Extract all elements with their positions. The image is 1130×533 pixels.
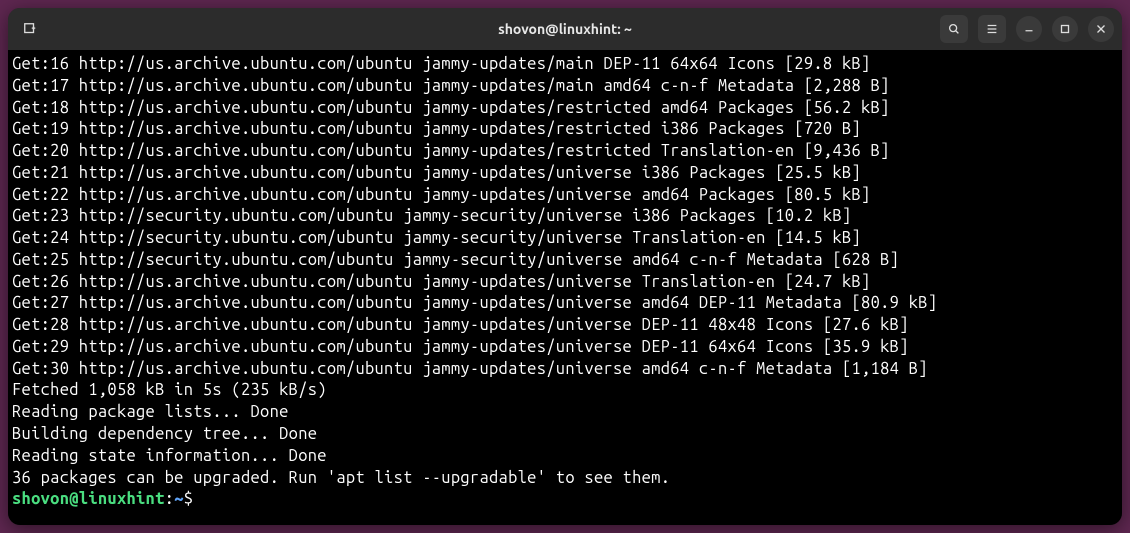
terminal-window: shovon@linuxhint: ~ xyxy=(8,8,1122,525)
prompt-path: ~ xyxy=(174,490,184,508)
terminal-line: Get:29 http://us.archive.ubuntu.com/ubun… xyxy=(12,337,1118,359)
close-icon xyxy=(1094,22,1108,36)
terminal-line: Get:22 http://us.archive.ubuntu.com/ubun… xyxy=(12,185,1118,207)
minimize-button[interactable] xyxy=(1016,16,1042,42)
prompt-line: shovon@linuxhint:~$ xyxy=(12,489,1118,511)
window-title: shovon@linuxhint: ~ xyxy=(498,21,632,37)
prompt-user-host: shovon@linuxhint xyxy=(12,490,165,508)
terminal-line: Get:19 http://us.archive.ubuntu.com/ubun… xyxy=(12,119,1118,141)
maximize-button[interactable] xyxy=(1052,16,1078,42)
terminal-line: Get:30 http://us.archive.ubuntu.com/ubun… xyxy=(12,359,1118,381)
terminal-line: Fetched 1,058 kB in 5s (235 kB/s) xyxy=(12,380,1118,402)
terminal-line: Get:17 http://us.archive.ubuntu.com/ubun… xyxy=(12,76,1118,98)
terminal-line: Get:21 http://us.archive.ubuntu.com/ubun… xyxy=(12,163,1118,185)
prompt-colon: : xyxy=(165,490,175,508)
search-icon xyxy=(947,22,961,36)
new-tab-icon xyxy=(23,22,37,36)
terminal-line: Get:23 http://security.ubuntu.com/ubuntu… xyxy=(12,206,1118,228)
hamburger-icon xyxy=(985,22,999,36)
new-tab-button[interactable] xyxy=(16,15,44,43)
terminal-line: Get:20 http://us.archive.ubuntu.com/ubun… xyxy=(12,141,1118,163)
terminal-line: Get:25 http://security.ubuntu.com/ubuntu… xyxy=(12,250,1118,272)
search-button[interactable] xyxy=(940,15,968,43)
terminal-line: Get:26 http://us.archive.ubuntu.com/ubun… xyxy=(12,272,1118,294)
terminal-line: Get:24 http://security.ubuntu.com/ubuntu… xyxy=(12,228,1118,250)
maximize-icon xyxy=(1058,22,1072,36)
titlebar: shovon@linuxhint: ~ xyxy=(8,8,1122,50)
terminal-line: Building dependency tree... Done xyxy=(12,424,1118,446)
terminal-line: Reading package lists... Done xyxy=(12,402,1118,424)
terminal-line: Reading state information... Done xyxy=(12,446,1118,468)
terminal-body[interactable]: Get:16 http://us.archive.ubuntu.com/ubun… xyxy=(8,50,1122,525)
titlebar-left xyxy=(16,15,44,43)
titlebar-right xyxy=(940,15,1114,43)
terminal-line: Get:27 http://us.archive.ubuntu.com/ubun… xyxy=(12,293,1118,315)
terminal-line: Get:16 http://us.archive.ubuntu.com/ubun… xyxy=(12,54,1118,76)
terminal-line: Get:18 http://us.archive.ubuntu.com/ubun… xyxy=(12,98,1118,120)
menu-button[interactable] xyxy=(978,15,1006,43)
terminal-line: 36 packages can be upgraded. Run 'apt li… xyxy=(12,468,1118,490)
close-button[interactable] xyxy=(1088,16,1114,42)
prompt-dollar: $ xyxy=(184,490,194,508)
terminal-line: Get:28 http://us.archive.ubuntu.com/ubun… xyxy=(12,315,1118,337)
minimize-icon xyxy=(1022,22,1036,36)
